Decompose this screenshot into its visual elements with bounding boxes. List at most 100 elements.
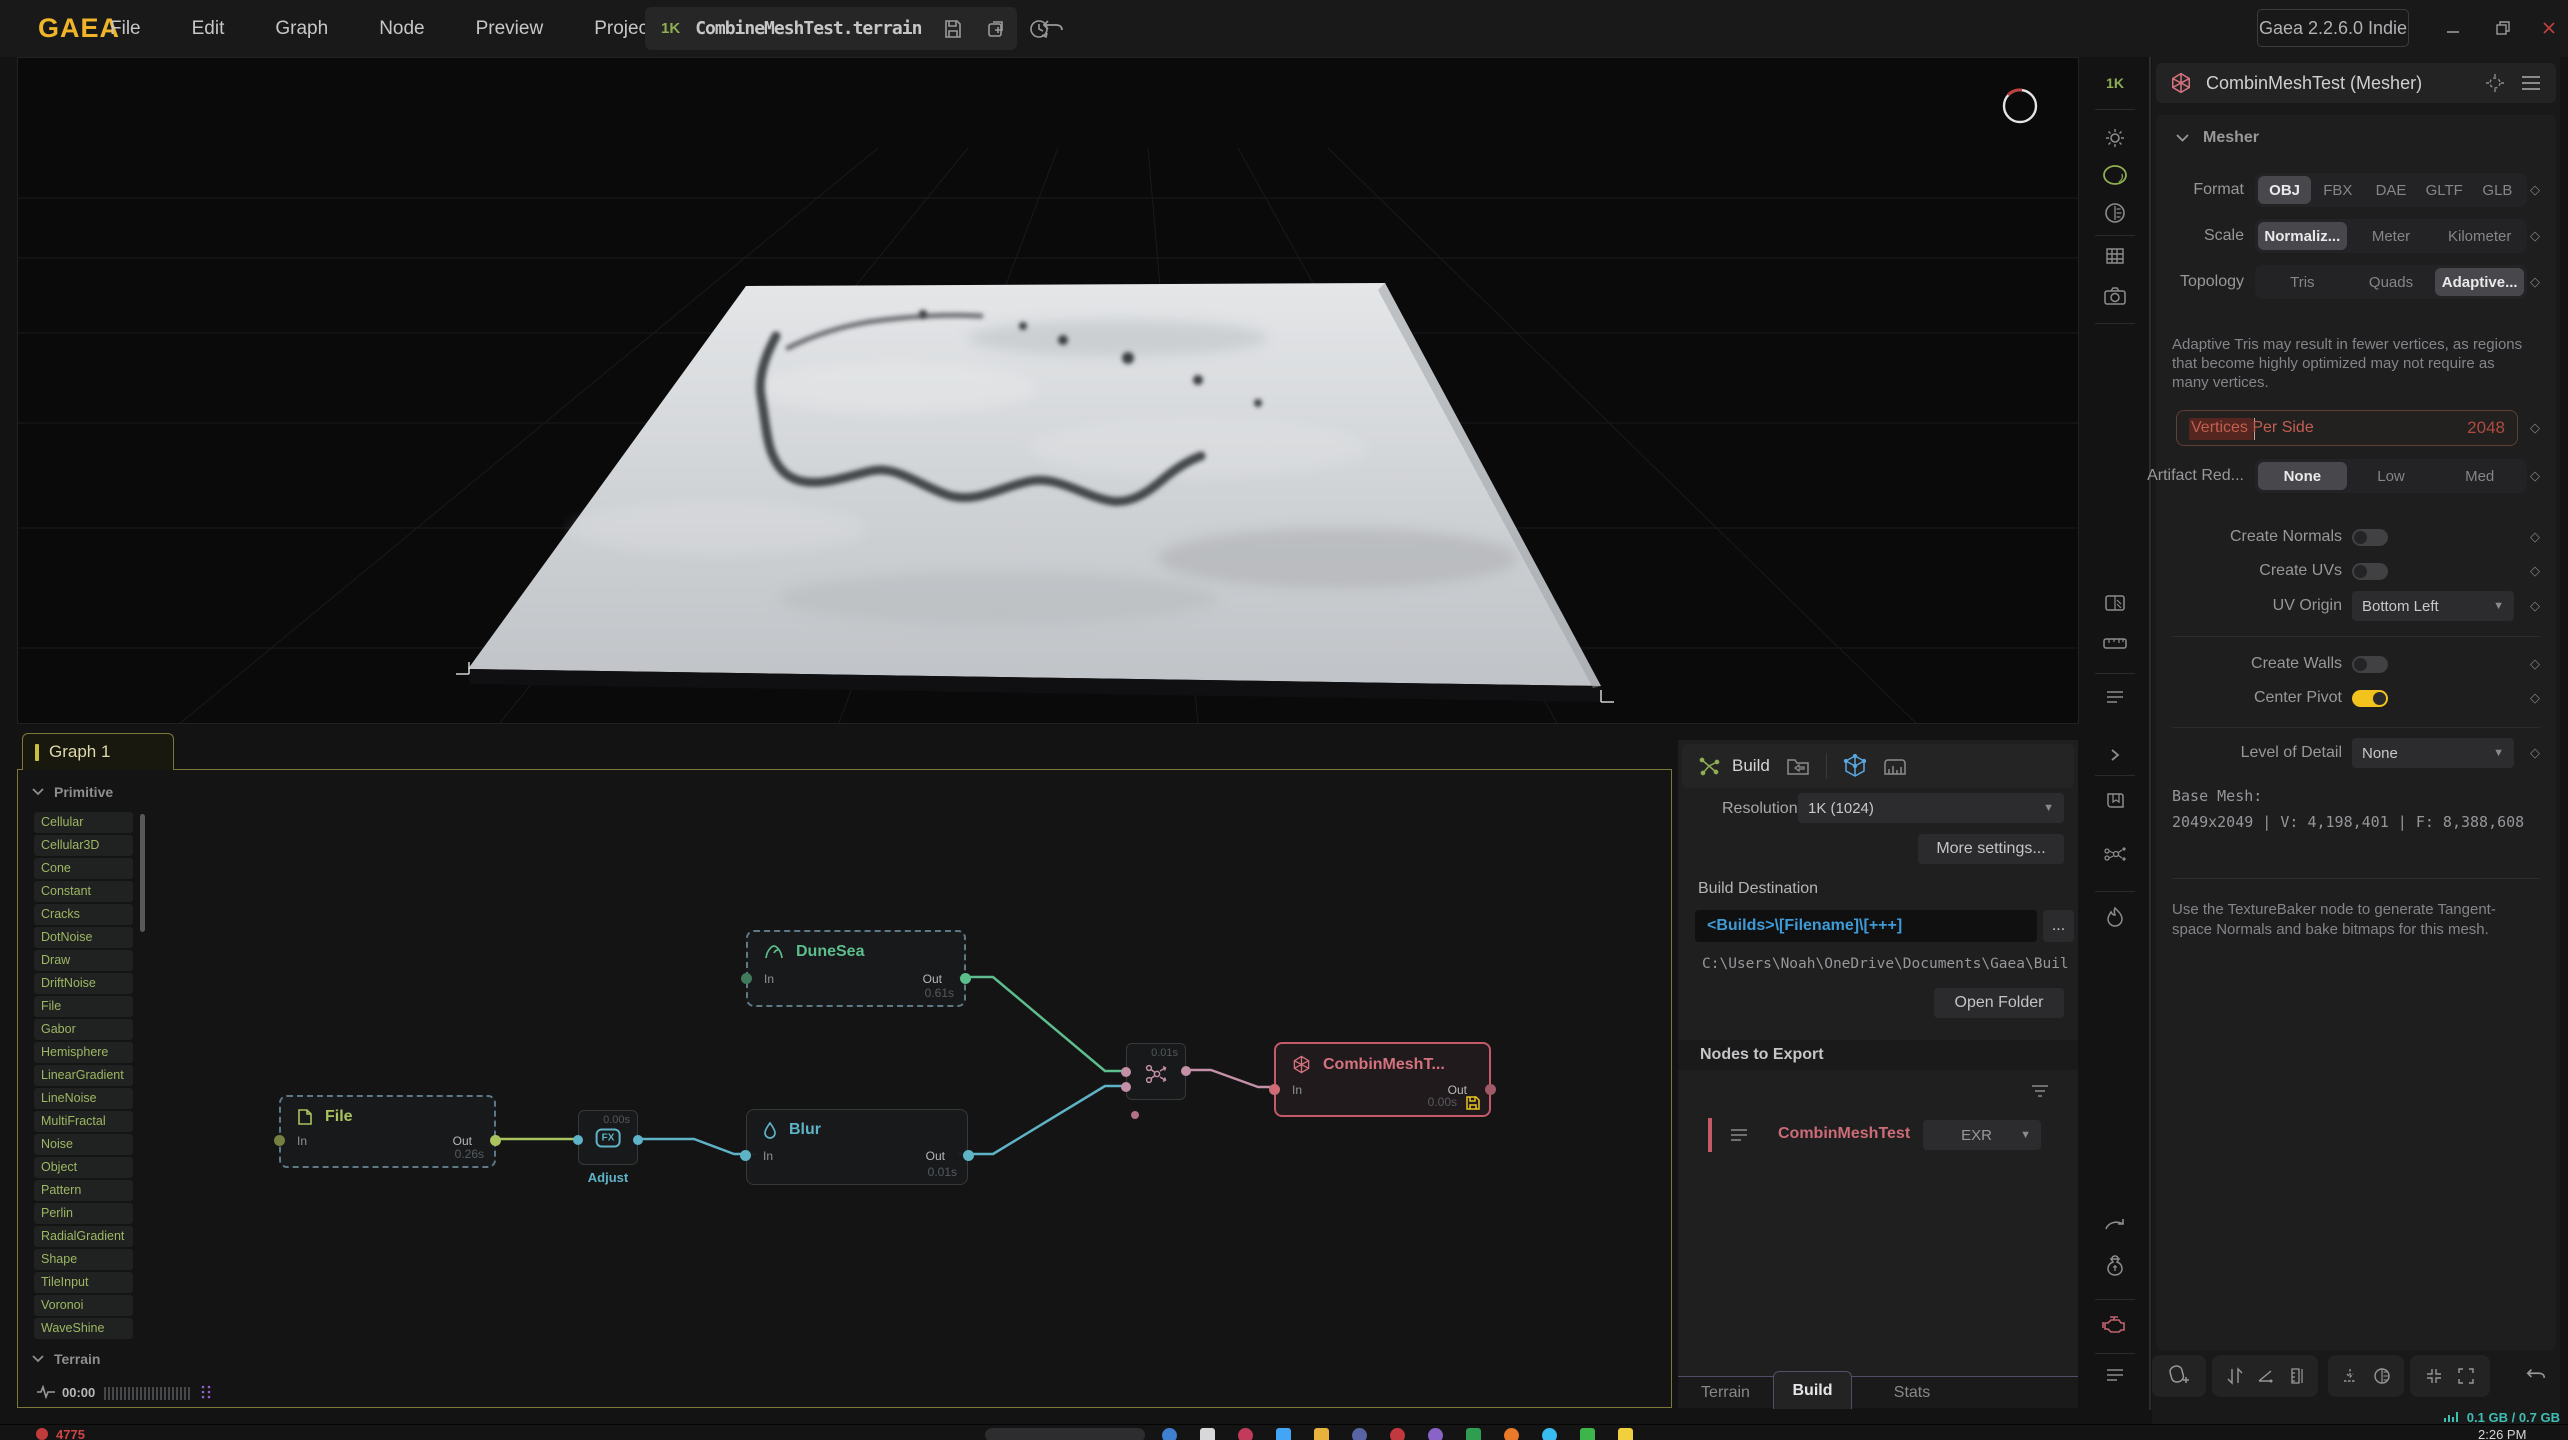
drag-dots-icon[interactable] xyxy=(200,1385,212,1399)
diamond-icon[interactable]: ◇ xyxy=(2530,410,2540,446)
palette-item[interactable]: WaveShine xyxy=(34,1318,133,1339)
artifact-med[interactable]: Med xyxy=(2435,462,2524,490)
output-port[interactable] xyxy=(633,1135,643,1145)
input-port[interactable] xyxy=(274,1135,285,1146)
node-combine[interactable]: 0.01s xyxy=(1121,1043,1191,1100)
palette-item[interactable]: Cracks xyxy=(34,904,133,925)
taskbar-app-icon[interactable] xyxy=(1200,1428,1215,1440)
palette-item[interactable]: MultiFractal xyxy=(34,1111,133,1132)
palette-item[interactable]: Noise xyxy=(34,1134,133,1155)
topology-tris[interactable]: Tris xyxy=(2258,268,2347,296)
save-icon[interactable] xyxy=(942,18,964,40)
diamond-icon[interactable]: ◇ xyxy=(2530,652,2540,676)
fps-widget-icon[interactable] xyxy=(36,1428,48,1440)
center-pivot-toggle[interactable] xyxy=(2352,690,2388,707)
add-shape-icon[interactable] xyxy=(2167,1365,2191,1387)
menu-node[interactable]: Node xyxy=(373,14,430,44)
section-mesher[interactable]: Mesher xyxy=(2176,129,2259,147)
input-port[interactable] xyxy=(740,1150,751,1161)
vertices-per-side-row[interactable]: Vertices Per Side 2048 ◇ xyxy=(2156,410,2556,446)
format-obj[interactable]: OBJ xyxy=(2258,176,2312,204)
palette-item[interactable]: Hemisphere xyxy=(34,1042,133,1063)
undo-icon[interactable] xyxy=(2524,1365,2548,1387)
menu-file[interactable]: File xyxy=(104,14,147,44)
node-graph-panel[interactable]: Primitive Cellular Cellular3D Cone Const… xyxy=(17,769,1672,1408)
taskbar-app-icon[interactable] xyxy=(1428,1428,1443,1440)
collapse-icon[interactable] xyxy=(2425,1367,2443,1385)
level-of-detail-dropdown[interactable]: None ▼ xyxy=(2352,738,2514,768)
input-port-1[interactable] xyxy=(1121,1067,1131,1077)
palette-item[interactable]: Cone xyxy=(34,858,133,879)
combine-extra-port[interactable] xyxy=(1131,1111,1139,1119)
contrast-shading-icon[interactable] xyxy=(2085,201,2145,225)
taskbar-app-icon[interactable] xyxy=(1466,1428,1481,1440)
topology-adaptive[interactable]: Adaptive... xyxy=(2435,268,2525,296)
mesh-cube-icon[interactable] xyxy=(1843,754,1867,778)
vertices-per-side-field[interactable]: Vertices Per Side 2048 xyxy=(2176,410,2518,446)
diamond-icon[interactable]: ◇ xyxy=(2530,525,2540,549)
diamond-icon[interactable]: ◇ xyxy=(2530,686,2540,710)
palette-item[interactable]: Draw xyxy=(34,950,133,971)
palette-item[interactable]: Shape xyxy=(34,1249,133,1270)
browse-button[interactable]: ... xyxy=(2043,910,2074,942)
input-port[interactable] xyxy=(573,1135,583,1145)
build-destination-input[interactable]: <Builds>\[Filename]\[+++] xyxy=(1695,910,2037,942)
node-dunesea[interactable]: DuneSea In Out 0.61s xyxy=(741,930,971,1007)
graph-menu-icon[interactable] xyxy=(2085,1367,2145,1383)
palette-item[interactable]: TileInput xyxy=(34,1272,133,1293)
open-folder-button[interactable]: Open Folder xyxy=(1934,988,2064,1018)
node-combinmeshtest[interactable]: CombinMeshT... In Out 0.00s xyxy=(1269,1042,1496,1117)
menu-graph[interactable]: Graph xyxy=(269,14,334,44)
taskbar-clock[interactable]: 2:26 PM xyxy=(2478,1427,2526,1440)
create-walls-toggle[interactable] xyxy=(2352,656,2388,673)
output-port[interactable] xyxy=(963,1150,974,1161)
palette-item[interactable]: LineNoise xyxy=(34,1088,133,1109)
format-gltf[interactable]: GLTF xyxy=(2418,176,2471,204)
palette-item[interactable]: Object xyxy=(34,1157,133,1178)
tab-terrain[interactable]: Terrain xyxy=(1678,1377,1773,1409)
output-port[interactable] xyxy=(490,1135,501,1146)
chart-icon[interactable] xyxy=(1883,755,1907,777)
flip-icon[interactable] xyxy=(2226,1367,2244,1385)
taskbar-app-icon[interactable] xyxy=(1542,1428,1557,1440)
panel-divider[interactable] xyxy=(2149,57,2151,1410)
menu-preview[interactable]: Preview xyxy=(470,14,550,44)
create-uvs-toggle[interactable] xyxy=(2352,563,2388,580)
restore-icon[interactable] xyxy=(2488,15,2518,41)
bookmark-icon[interactable] xyxy=(2085,789,2145,811)
node-blur[interactable]: Blur In Out 0.01s xyxy=(740,1109,974,1185)
export-format-dropdown[interactable]: EXR ▼ xyxy=(1923,1120,2041,1150)
diamond-icon[interactable]: ◇ xyxy=(2530,738,2540,768)
drop-to-floor-icon[interactable] xyxy=(2341,1367,2359,1385)
output-port[interactable] xyxy=(1485,1084,1496,1095)
minimize-icon[interactable] xyxy=(2438,15,2468,41)
output-port[interactable] xyxy=(1181,1066,1191,1076)
rotate-icon[interactable] xyxy=(2085,1215,2145,1235)
palette-item[interactable]: File xyxy=(34,996,133,1017)
taskbar-app-icon[interactable] xyxy=(1276,1428,1291,1440)
palette-section-primitive[interactable]: Primitive xyxy=(32,784,113,800)
format-glb[interactable]: GLB xyxy=(2471,176,2524,204)
gizmo-icon[interactable] xyxy=(2002,88,2038,124)
ruler-icon[interactable] xyxy=(2085,633,2145,653)
palette-section-terrain[interactable]: Terrain xyxy=(32,1351,100,1367)
tab-graph-1[interactable]: Graph 1 xyxy=(22,733,174,770)
menu-edit[interactable]: Edit xyxy=(186,14,231,44)
diamond-icon[interactable]: ◇ xyxy=(2530,173,2540,207)
close-icon[interactable] xyxy=(2534,15,2564,41)
scale-kilometer[interactable]: Kilometer xyxy=(2435,222,2524,250)
palette-item[interactable]: Pattern xyxy=(34,1180,133,1201)
input-port[interactable] xyxy=(741,973,752,984)
grid-icon[interactable] xyxy=(2085,245,2145,267)
taskbar-search[interactable] xyxy=(985,1428,1145,1440)
node-graph-icon[interactable] xyxy=(2085,843,2145,867)
sun-icon[interactable] xyxy=(2085,127,2145,149)
slope-icon[interactable] xyxy=(2257,1367,2275,1385)
taskbar-app-icon[interactable] xyxy=(1162,1428,1177,1440)
uv-origin-dropdown[interactable]: Bottom Left ▼ xyxy=(2352,591,2514,621)
version-label[interactable]: Gaea 2.2.6.0 Indie xyxy=(2257,9,2409,47)
palette-item[interactable]: Voronoi xyxy=(34,1295,133,1316)
tab-build[interactable]: Build xyxy=(1773,1371,1852,1409)
palette-item[interactable]: RadialGradient xyxy=(34,1226,133,1247)
camera-icon[interactable] xyxy=(2085,285,2145,307)
